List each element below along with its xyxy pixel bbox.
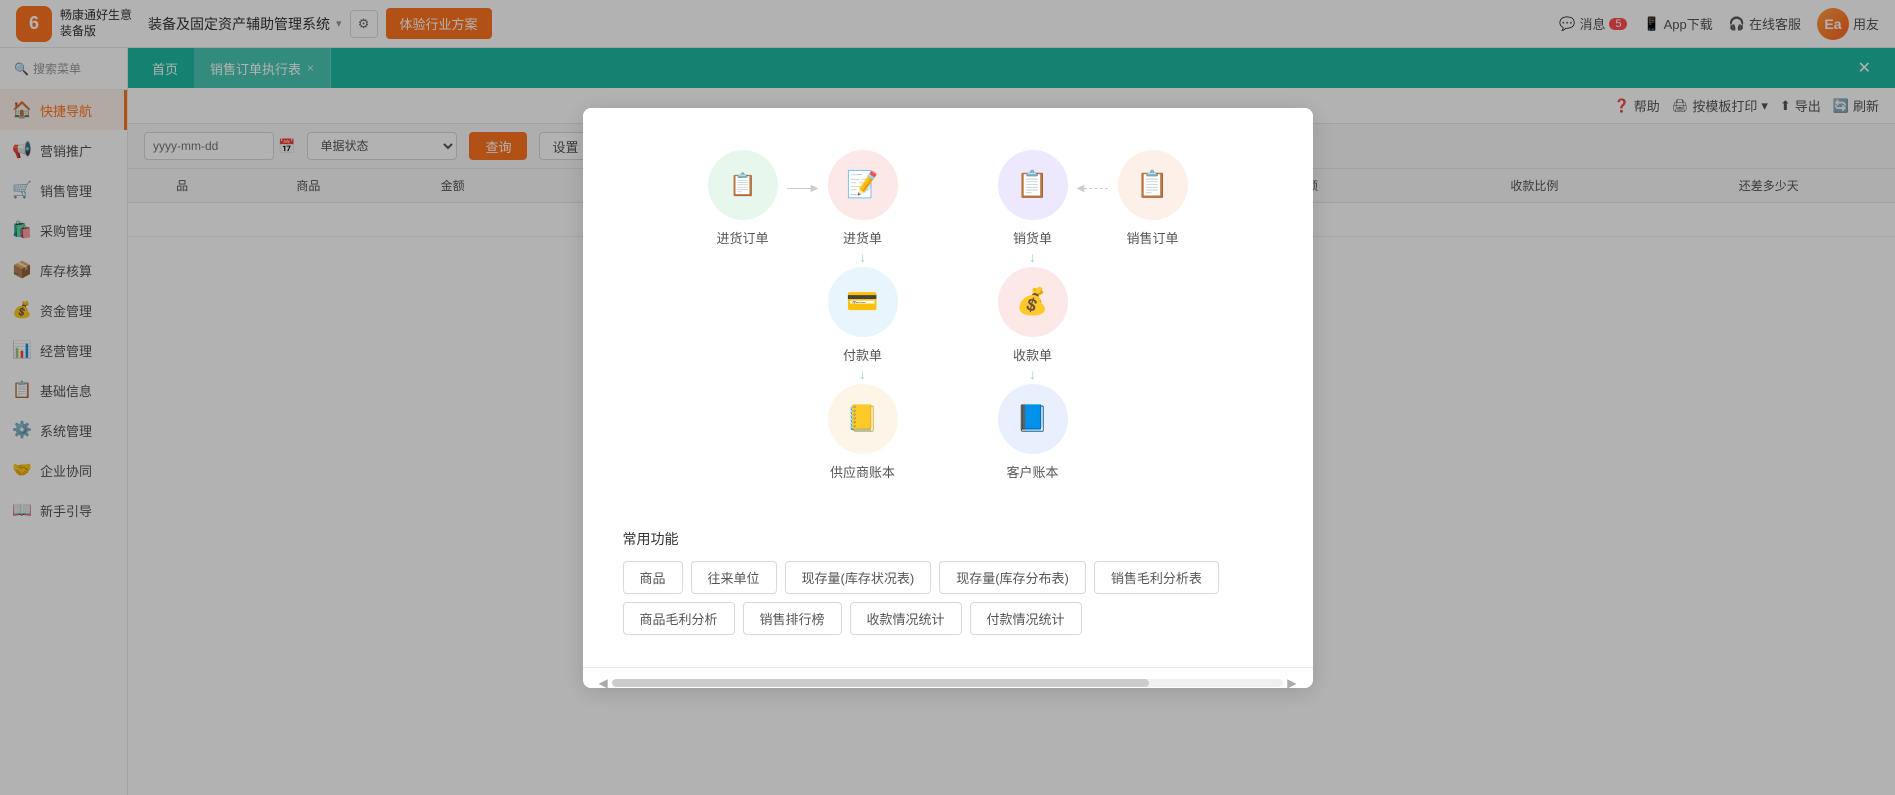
v-arrow-4: ↓ [1029,367,1036,381]
sales-bill-label: 销货单 [1013,228,1052,247]
scrollbar-thumb [612,679,1149,687]
common-functions-section: 常用功能 商品 往来单位 现存量(库存状况表) 现存量(库存分布表) 销售毛利分… [623,529,1273,635]
customer-ledger-icon: 📘 [998,384,1068,454]
purchase-order-label: 进货订单 [716,228,768,247]
payment-bill-icon: 💳 [828,267,898,337]
btn-stock-dist[interactable]: 现存量(库存分布表) [939,561,1086,594]
supplier-ledger-label: 供应商账本 [830,462,895,481]
node-payment-bill[interactable]: 💳 付款单 [828,267,898,364]
arrow-1: ▶ [787,183,819,194]
purchase-order-icon: 📋 [708,150,778,220]
quick-nav-modal: 📋 进货订单 ▶ 📝 进货单 [583,108,1313,688]
modal-overlay: 📋 进货订单 ▶ 📝 进货单 [0,0,1895,795]
v-arrow-2: ↓ [1029,250,1036,264]
v-arrow-1: ↓ [859,250,866,264]
btn-counterpart[interactable]: 往来单位 [691,561,777,594]
modal-content: 📋 进货订单 ▶ 📝 进货单 [583,108,1313,667]
svg-text:📋: 📋 [729,172,756,197]
arrow-2: ◀ [1077,183,1109,194]
sales-order-label: 销售订单 [1126,228,1178,247]
node-purchase-order[interactable]: 📋 进货订单 [708,150,778,247]
btn-stock-status[interactable]: 现存量(库存状况表) [785,561,932,594]
receipt-bill-label: 收款单 [1013,345,1052,364]
node-customer-ledger[interactable]: 📘 客户账本 [998,384,1068,481]
scrollbar-track[interactable] [612,679,1284,687]
v-arrow-3: ↓ [859,367,866,381]
modal-scrollbar: ◀ ▶ [583,667,1313,688]
node-receipt-bill[interactable]: 💰 收款单 [998,267,1068,364]
btn-goods-profit[interactable]: 商品毛利分析 [623,602,735,635]
scroll-left-button[interactable]: ◀ [599,676,608,688]
btn-sales-rank[interactable]: 销售排行榜 [743,602,842,635]
node-supplier-ledger[interactable]: 📒 供应商账本 [828,384,898,481]
btn-payment-stats[interactable]: 付款情况统计 [970,602,1082,635]
node-purchase-bill[interactable]: 📝 进货单 [828,150,898,247]
btn-receipt-stats[interactable]: 收款情况统计 [850,602,962,635]
node-sales-bill[interactable]: 📋 销货单 [998,150,1068,247]
customer-ledger-label: 客户账本 [1006,462,1058,481]
receipt-bill-icon: 💰 [998,267,1068,337]
btn-goods[interactable]: 商品 [623,561,683,594]
common-buttons: 商品 往来单位 现存量(库存状况表) 现存量(库存分布表) 销售毛利分析表 商品… [623,561,1273,635]
common-functions-title: 常用功能 [623,529,1273,549]
payment-bill-label: 付款单 [843,345,882,364]
flow-diagram: 📋 进货订单 ▶ 📝 进货单 [623,140,1273,521]
purchase-bill-icon: 📝 [828,150,898,220]
supplier-ledger-icon: 📒 [828,384,898,454]
btn-sales-profit[interactable]: 销售毛利分析表 [1094,561,1219,594]
sales-bill-icon: 📋 [998,150,1068,220]
purchase-bill-label: 进货单 [843,228,882,247]
scroll-right-button[interactable]: ▶ [1287,676,1296,688]
sales-order-icon: 📋 [1118,150,1188,220]
node-sales-order[interactable]: 📋 销售订单 [1118,150,1188,247]
